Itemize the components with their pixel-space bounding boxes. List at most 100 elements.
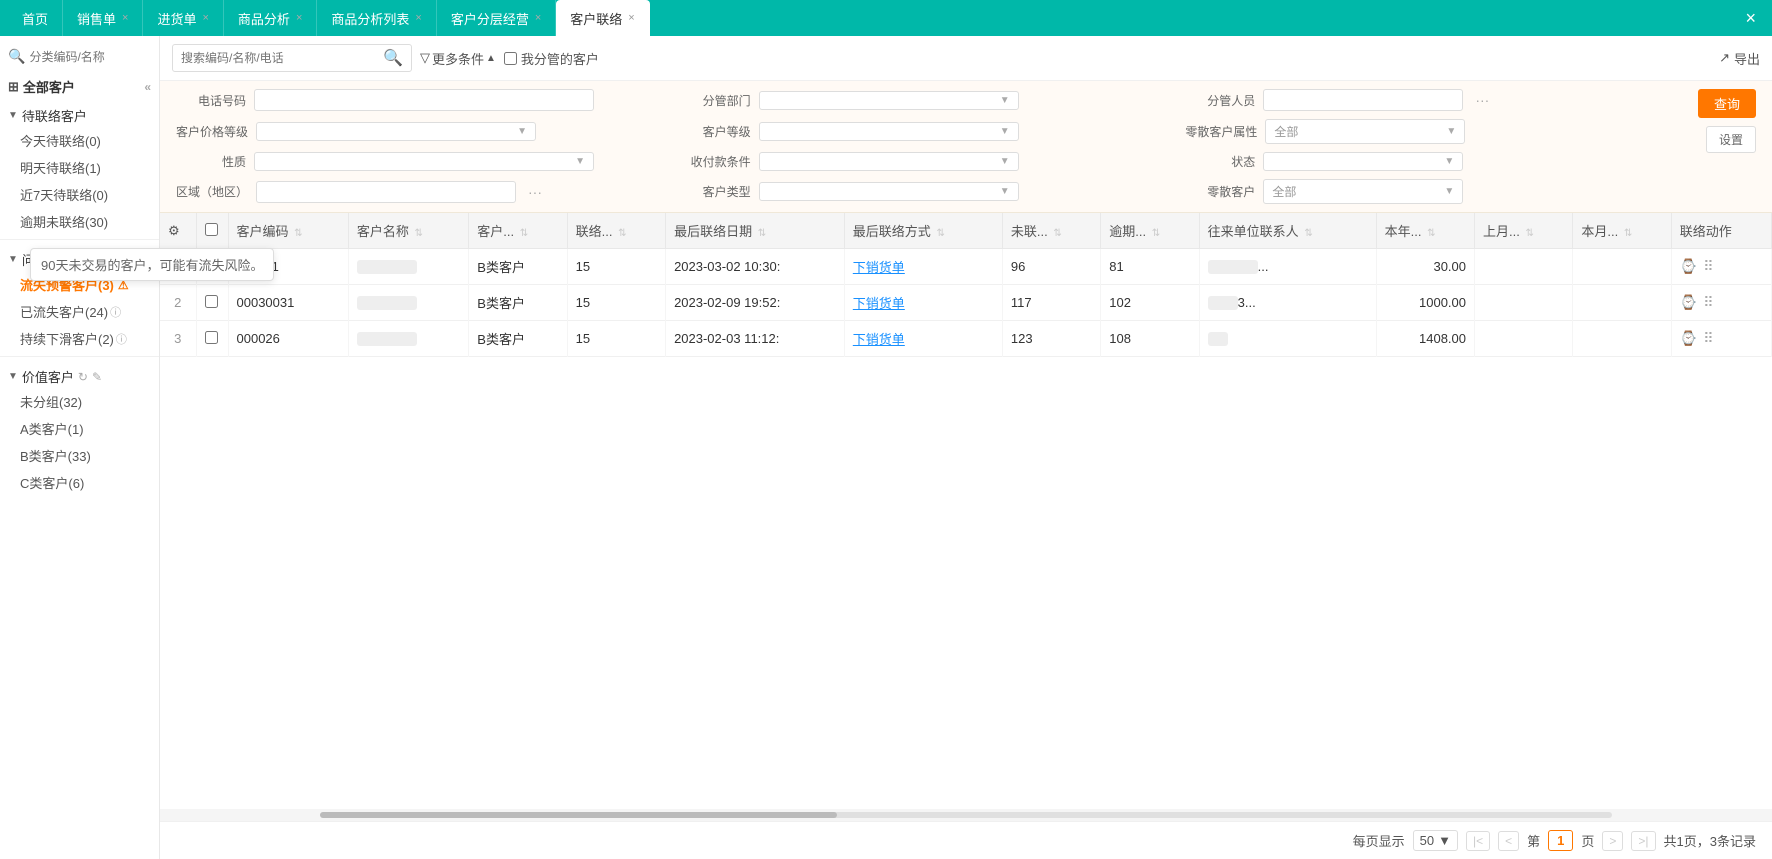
filter-select-price-level[interactable]: ▼ (256, 122, 536, 141)
search-icon-button[interactable]: 🔍 (383, 48, 403, 68)
filter-select-nature[interactable]: ▼ (254, 152, 594, 171)
tab-home[interactable]: 首页 (8, 0, 63, 36)
settings-button[interactable]: 设置 (1706, 126, 1756, 153)
filter-select-status[interactable]: ▼ (1263, 152, 1463, 171)
action-icon-3a[interactable]: ⌚ (1680, 330, 1697, 347)
th-no-contact[interactable]: 未联... ⇅ (1002, 213, 1100, 249)
filter-input-person[interactable] (1263, 89, 1463, 111)
filter-select-customer-type[interactable]: ▼ (759, 182, 1019, 201)
tab-product-analysis-close[interactable]: × (296, 12, 302, 24)
scrollbar-thumb[interactable] (320, 812, 837, 818)
th-this-month[interactable]: 本月... ⇅ (1573, 213, 1671, 249)
th-code[interactable]: 客户编码 ⇅ (228, 213, 348, 249)
th-type[interactable]: 客户... ⇅ (469, 213, 567, 249)
sidebar-group-pending-contact[interactable]: ▼ 待联络客户 (0, 100, 159, 127)
th-last-contact-method[interactable]: 最后联络方式 ⇅ (844, 213, 1002, 249)
page-next-button[interactable]: > (1602, 831, 1623, 851)
tab-product-analysis[interactable]: 商品分析 × (224, 0, 317, 36)
type-sort-icon[interactable]: ⇅ (520, 228, 528, 239)
action-icon-2b[interactable]: ⠿ (1703, 294, 1713, 311)
th-overdue[interactable]: 逾期... ⇅ (1101, 213, 1199, 249)
page-last-button[interactable]: >| (1631, 831, 1655, 851)
sidebar-item-c-class[interactable]: C类客户(6) (0, 469, 159, 496)
scrollbar-track[interactable] (320, 812, 1612, 818)
action-icon-1a[interactable]: ⌚ (1680, 258, 1697, 275)
filter-select-payment[interactable]: ▼ (759, 152, 1019, 171)
sidebar-all-customers[interactable]: ⊞ 全部客户 « (0, 73, 159, 100)
last-date-sort-icon[interactable]: ⇅ (758, 228, 766, 239)
page-first-button[interactable]: |< (1466, 831, 1490, 851)
edit-icon[interactable]: ✎ (92, 370, 102, 384)
filter-select-dept[interactable]: ▼ (759, 91, 1019, 110)
sidebar-item-overdue[interactable]: 逾期未联络(30) (0, 208, 159, 235)
tab-customer-contact-close[interactable]: × (628, 12, 634, 24)
this-year-sort-icon[interactable]: ⇅ (1427, 228, 1435, 239)
select-all-checkbox[interactable] (205, 223, 218, 236)
sidebar-item-b-class[interactable]: B类客户(33) (0, 442, 159, 469)
tab-product-analysis-list[interactable]: 商品分析列表 × (317, 0, 436, 36)
filter-button[interactable]: ▽ 更多条件 ▲ (420, 49, 496, 68)
tab-purchase[interactable]: 进货单 × (143, 0, 223, 36)
name-sort-icon[interactable]: ⇅ (415, 228, 423, 239)
sidebar-group-value[interactable]: ▼ 价值客户 ↻ ✎ (0, 361, 159, 388)
filter-label-phone: 电话号码 (176, 92, 246, 109)
window-close-button[interactable]: × (1737, 8, 1764, 29)
page-prev-button[interactable]: < (1498, 831, 1519, 851)
sidebar-item-churned[interactable]: 已流失客户(24) ⓘ (0, 298, 159, 325)
filter-select-retail[interactable]: 全部 ▼ (1263, 179, 1463, 204)
sidebar-item-a-class[interactable]: A类客户(1) (0, 415, 159, 442)
row-1-method-link[interactable]: 下销货单 (853, 260, 905, 275)
row-2-method-link[interactable]: 下销货单 (853, 296, 905, 311)
export-button[interactable]: ↗ 导出 (1719, 49, 1760, 68)
row-3-checkbox[interactable] (205, 331, 218, 344)
last-month-sort-icon[interactable]: ⇅ (1525, 228, 1533, 239)
sidebar-search-input[interactable] (29, 50, 151, 64)
filter-input-phone[interactable] (254, 89, 594, 111)
th-name[interactable]: 客户名称 ⇅ (348, 213, 468, 249)
row-3-method-link[interactable]: 下销货单 (853, 332, 905, 347)
th-contact-count[interactable]: 联络... ⇅ (567, 213, 665, 249)
tab-customer-contact[interactable]: 客户联络 × (556, 0, 649, 36)
my-customers-checkbox[interactable] (504, 52, 517, 65)
contact-count-sort-icon[interactable]: ⇅ (618, 228, 626, 239)
sidebar-item-ungrouped[interactable]: 未分组(32) (0, 388, 159, 415)
tab-customer-segment[interactable]: 客户分层经营 × (437, 0, 556, 36)
person-dots-icon[interactable]: ··· (1475, 92, 1489, 108)
page-size-select[interactable]: 50 ▼ (1413, 830, 1458, 851)
sidebar-item-7days[interactable]: 近7天待联络(0) (0, 181, 159, 208)
action-icon-1b[interactable]: ⠿ (1703, 258, 1713, 275)
th-last-contact-date[interactable]: 最后联络日期 ⇅ (666, 213, 845, 249)
sidebar-item-today[interactable]: 今天待联络(0) (0, 127, 159, 154)
tab-sales-close[interactable]: × (122, 12, 128, 24)
tab-product-analysis-list-close[interactable]: × (415, 12, 421, 24)
this-month-sort-icon[interactable]: ⇅ (1624, 228, 1632, 239)
action-icon-3b[interactable]: ⠿ (1703, 330, 1713, 347)
filter-select-retail-attr[interactable]: 全部 ▼ (1265, 119, 1465, 144)
sidebar-item-declining[interactable]: 持续下滑客户(2) ⓘ (0, 325, 159, 352)
th-this-year[interactable]: 本年... ⇅ (1376, 213, 1474, 249)
tab-customer-segment-close[interactable]: × (535, 12, 541, 24)
row-2-checkbox[interactable] (205, 295, 218, 308)
filter-input-region[interactable] (256, 181, 516, 203)
contact-person-sort-icon[interactable]: ⇅ (1304, 228, 1312, 239)
overdue-sort-icon[interactable]: ⇅ (1152, 228, 1160, 239)
search-input[interactable] (181, 51, 383, 65)
th-contact-person[interactable]: 往来单位联系人 ⇅ (1199, 213, 1376, 249)
arrow-icon: ▼ (8, 110, 18, 121)
th-gear[interactable]: ⚙ (160, 213, 196, 249)
filter-select-customer-level[interactable]: ▼ (759, 122, 1019, 141)
code-sort-icon[interactable]: ⇅ (294, 228, 302, 239)
gear-icon[interactable]: ⚙ (168, 223, 180, 238)
region-dots-icon[interactable]: ··· (528, 184, 542, 200)
th-last-month[interactable]: 上月... ⇅ (1475, 213, 1573, 249)
no-contact-sort-icon[interactable]: ⇅ (1053, 228, 1061, 239)
action-icon-2a[interactable]: ⌚ (1680, 294, 1697, 311)
horizontal-scrollbar[interactable] (160, 809, 1772, 821)
collapse-icon[interactable]: « (144, 80, 151, 94)
query-button[interactable]: 查询 (1698, 89, 1756, 118)
tab-sales[interactable]: 销售单 × (63, 0, 143, 36)
last-method-sort-icon[interactable]: ⇅ (936, 228, 944, 239)
tab-purchase-close[interactable]: × (202, 12, 208, 24)
refresh-icon[interactable]: ↻ (78, 370, 88, 384)
sidebar-item-tomorrow[interactable]: 明天待联络(1) (0, 154, 159, 181)
